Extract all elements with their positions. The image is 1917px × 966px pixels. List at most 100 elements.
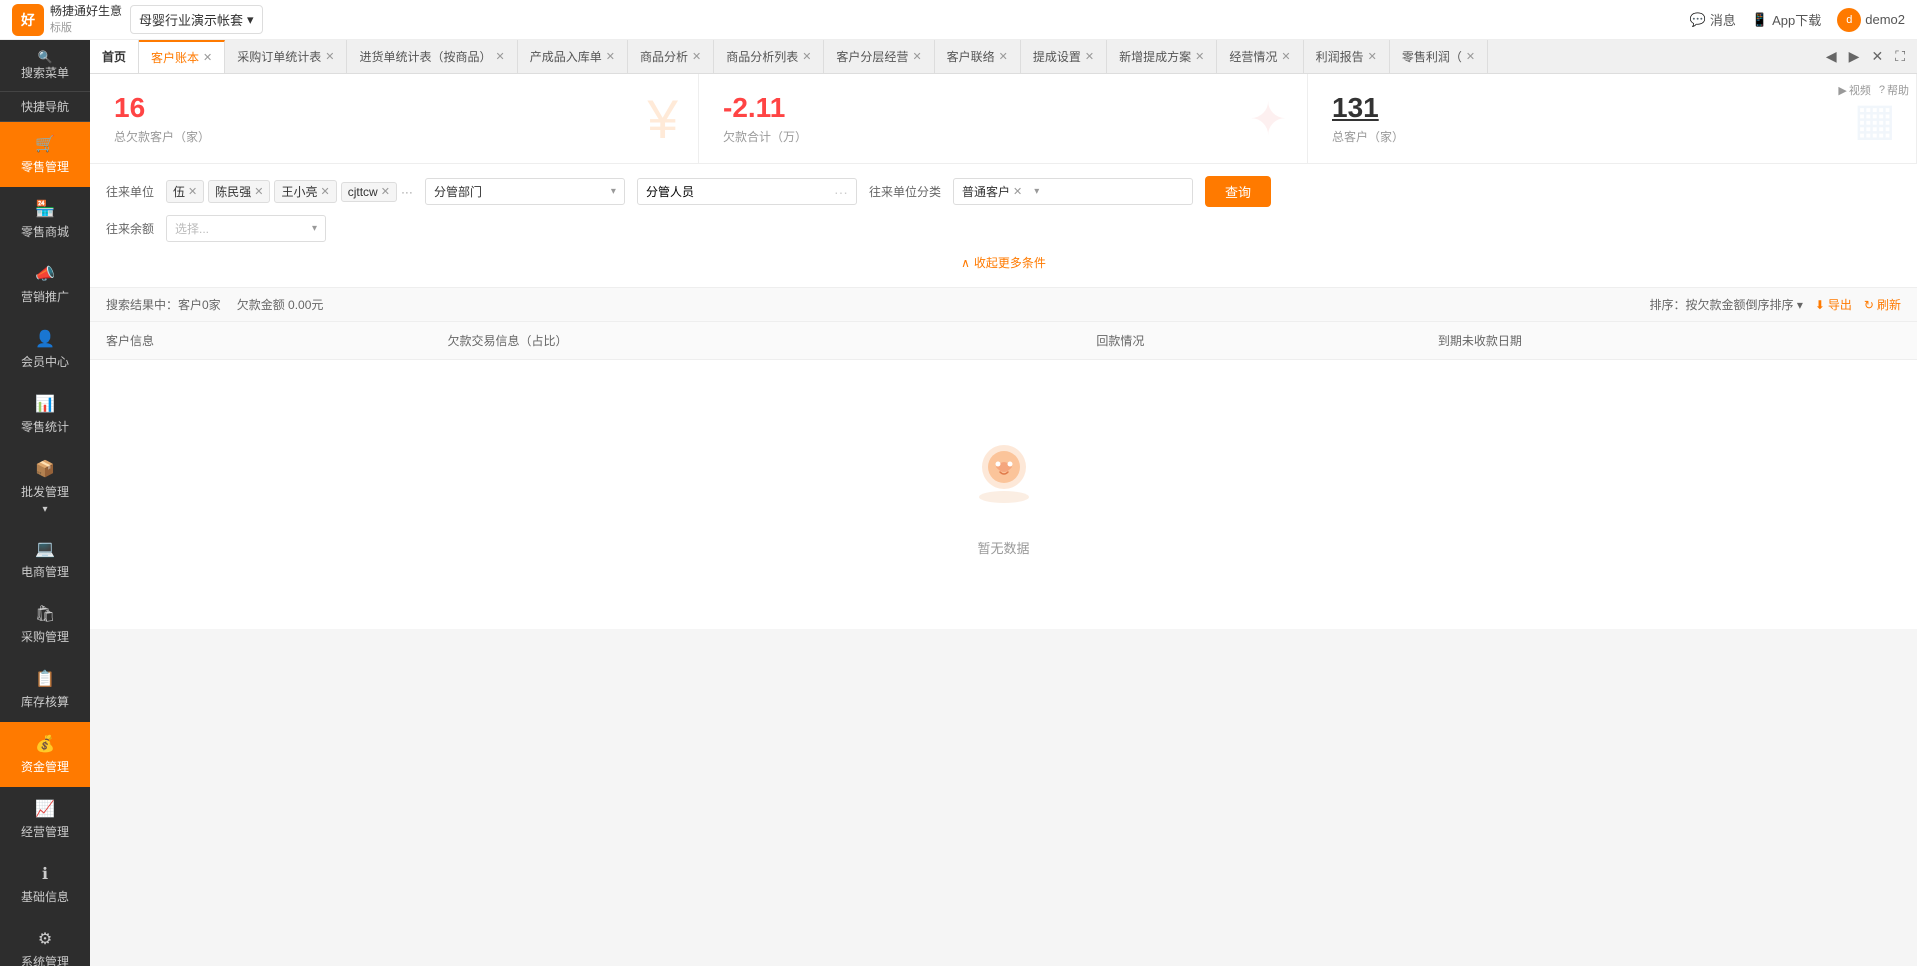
sidebar-item-retail-shop[interactable]: 🏪 零售商城 [0, 187, 90, 252]
tabs-close-all-icon[interactable]: ✕ [1867, 46, 1887, 67]
tabs-prev-icon[interactable]: ◀ [1822, 46, 1841, 67]
close-icon[interactable]: ✕ [1281, 50, 1290, 63]
sidebar-item-inventory[interactable]: 📋 库存核算 [0, 657, 90, 722]
tab-goods-analysis[interactable]: 商品分析 ✕ [628, 40, 714, 74]
close-icon[interactable]: ✕ [325, 50, 334, 63]
sidebar-item-ecommerce[interactable]: 💻 电商管理 [0, 527, 90, 592]
yuan-bg-icon: ¥ [647, 87, 678, 151]
tab-customer-tier[interactable]: 客户分层经营 ✕ [824, 40, 934, 74]
close-icon[interactable]: ✕ [692, 50, 701, 63]
tag-close-icon[interactable]: ✕ [254, 185, 263, 198]
app-download-link[interactable]: 📱 App下载 [1752, 10, 1821, 29]
collapse-button[interactable]: ∧ 收起更多条件 [961, 250, 1046, 275]
sidebar-item-marketing[interactable]: 📣 营销推广 [0, 252, 90, 317]
empty-illustration [964, 432, 1044, 526]
sidebar-item-label: 电商管理 [21, 563, 69, 580]
more-tags-icon[interactable]: ··· [401, 185, 413, 199]
close-icon[interactable]: ✕ [1368, 50, 1377, 63]
chevron-up-icon: ∧ [961, 256, 970, 270]
main-layout: 🔍 搜索菜单 快捷导航 🛒 零售管理 🏪 零售商城 📣 营销推广 👤 会员中心 … [0, 40, 1917, 966]
close-icon[interactable]: ✕ [999, 50, 1008, 63]
query-button[interactable]: 查询 [1205, 176, 1271, 207]
sidebar-item-basic-info[interactable]: ℹ 基础信息 [0, 852, 90, 917]
dept-label: 分管部门 [434, 183, 482, 200]
sidebar-item-operation[interactable]: 📈 经营管理 [0, 787, 90, 852]
unit-tag-cjttcw[interactable]: cjttcw ✕ [341, 182, 397, 202]
sidebar-item-system[interactable]: ⚙ 系统管理 [0, 917, 90, 966]
person-selector[interactable]: 分管人员 ··· [637, 178, 857, 205]
sidebar-quick-nav[interactable]: 快捷导航 [0, 92, 90, 122]
tab-label: 经营情况 [1229, 48, 1277, 65]
sidebar-item-retail-stats[interactable]: 📊 零售统计 [0, 382, 90, 447]
tab-purchase-stats[interactable]: 进货单统计表（按商品） ✕ [347, 40, 517, 74]
tab-customer-capital[interactable]: 客户账本 ✕ [139, 40, 225, 74]
video-link[interactable]: ▶ 视频 [1838, 82, 1870, 98]
sidebar-item-label: 资金管理 [21, 758, 69, 775]
tabs-next-icon[interactable]: ▶ [1845, 46, 1864, 67]
unit-tags: 伍 ✕ 陈民强 ✕ 王小亮 ✕ cjttcw ✕ [166, 180, 413, 203]
close-icon[interactable]: ✕ [912, 50, 921, 63]
tab-profit-report[interactable]: 利润报告 ✕ [1304, 40, 1390, 74]
tab-remind-settings[interactable]: 提成设置 ✕ [1021, 40, 1107, 74]
sidebar-search[interactable]: 🔍 搜索菜单 [0, 40, 90, 92]
tab-label: 零售利润（ [1402, 48, 1462, 65]
sidebar-item-member-center[interactable]: 👤 会员中心 [0, 317, 90, 382]
user-info[interactable]: d demo2 [1837, 8, 1905, 32]
balance-selector[interactable]: 选择... ▾ [166, 215, 326, 242]
help-link[interactable]: ? 帮助 [1879, 82, 1909, 98]
store-label: 母婴行业演示帐套 [139, 10, 243, 29]
person-more-icon[interactable]: ··· [834, 184, 848, 200]
sidebar-item-label: 会员中心 [21, 353, 69, 370]
content-area: 首页 客户账本 ✕ 采购订单统计表 ✕ 进货单统计表（按商品） ✕ 产成品入库单… [90, 40, 1917, 966]
tab-operation[interactable]: 经营情况 ✕ [1217, 40, 1303, 74]
chevron-down-icon: ▾ [247, 12, 254, 28]
dept-selector[interactable]: 分管部门 ▾ [425, 178, 625, 205]
category-tag-close[interactable]: ✕ [1013, 185, 1022, 198]
sidebar-search-label: 搜索菜单 [21, 66, 69, 80]
store-selector[interactable]: 母婴行业演示帐套 ▾ [130, 5, 263, 34]
sidebar-item-retail-mgmt[interactable]: 🛒 零售管理 [0, 122, 90, 187]
close-icon[interactable]: ✕ [606, 50, 615, 63]
close-icon[interactable]: ✕ [1466, 50, 1475, 63]
category-selector[interactable]: 普通客户 ✕ ▾ [953, 178, 1193, 205]
message-link[interactable]: 💬 消息 [1690, 10, 1736, 29]
logo-area: 好 畅捷通好生意 标版 [12, 4, 122, 36]
tab-new-achieve[interactable]: 新增提成方案 ✕ [1107, 40, 1217, 74]
export-button[interactable]: ⬇ 导出 [1815, 296, 1852, 313]
tabs-maximize-icon[interactable]: ⛶ [1891, 46, 1909, 67]
system-icon: ⚙ [38, 929, 52, 949]
stat-label-debt: 欠款合计（万） [723, 128, 1283, 145]
tab-retail-profit[interactable]: 零售利润（ ✕ [1390, 40, 1488, 74]
close-icon[interactable]: ✕ [802, 50, 811, 63]
tag-close-icon[interactable]: ✕ [321, 185, 330, 198]
category-tag-text: 普通客户 [962, 183, 1010, 200]
tag-close-icon[interactable]: ✕ [381, 185, 390, 198]
tab-home[interactable]: 首页 [90, 40, 139, 74]
unit-tag-chen[interactable]: 陈民强 ✕ [208, 180, 270, 203]
tab-goods-analysis-list[interactable]: 商品分析列表 ✕ [714, 40, 824, 74]
close-icon[interactable]: ✕ [496, 50, 505, 63]
export-icon: ⬇ [1815, 298, 1825, 312]
unit-tag-wang[interactable]: 王小亮 ✕ [274, 180, 336, 203]
refresh-button[interactable]: ↻ 刷新 [1864, 296, 1901, 313]
sidebar-item-wholesale[interactable]: 📦 批发管理 ▾ [0, 447, 90, 527]
sort-arrow-icon[interactable]: ▾ [1797, 298, 1803, 312]
sidebar-item-purchase[interactable]: 🛍 采购管理 [0, 592, 90, 657]
play-icon: ▶ [1838, 84, 1846, 97]
top-bar-left: 好 畅捷通好生意 标版 母婴行业演示帐套 ▾ [12, 4, 263, 36]
balance-arrow-icon: ▾ [312, 223, 317, 234]
message-label: 消息 [1710, 10, 1736, 29]
logo-icon: 好 [12, 4, 44, 36]
tab-product-in[interactable]: 产成品入库单 ✕ [518, 40, 628, 74]
video-label: 视频 [1849, 82, 1871, 98]
close-icon[interactable]: ✕ [1195, 50, 1204, 63]
tab-purchase-order[interactable]: 采购订单统计表 ✕ [225, 40, 347, 74]
close-icon[interactable]: ✕ [203, 51, 212, 64]
col-due-date: 到期未收款日期 [1422, 322, 1917, 360]
sidebar-item-label: 基础信息 [21, 888, 69, 905]
sidebar-item-finance[interactable]: 💰 资金管理 [0, 722, 90, 787]
tab-customer-contact[interactable]: 客户联络 ✕ [935, 40, 1021, 74]
close-icon[interactable]: ✕ [1085, 50, 1094, 63]
tag-close-icon[interactable]: ✕ [188, 185, 197, 198]
unit-tag-wu[interactable]: 伍 ✕ [166, 180, 204, 203]
